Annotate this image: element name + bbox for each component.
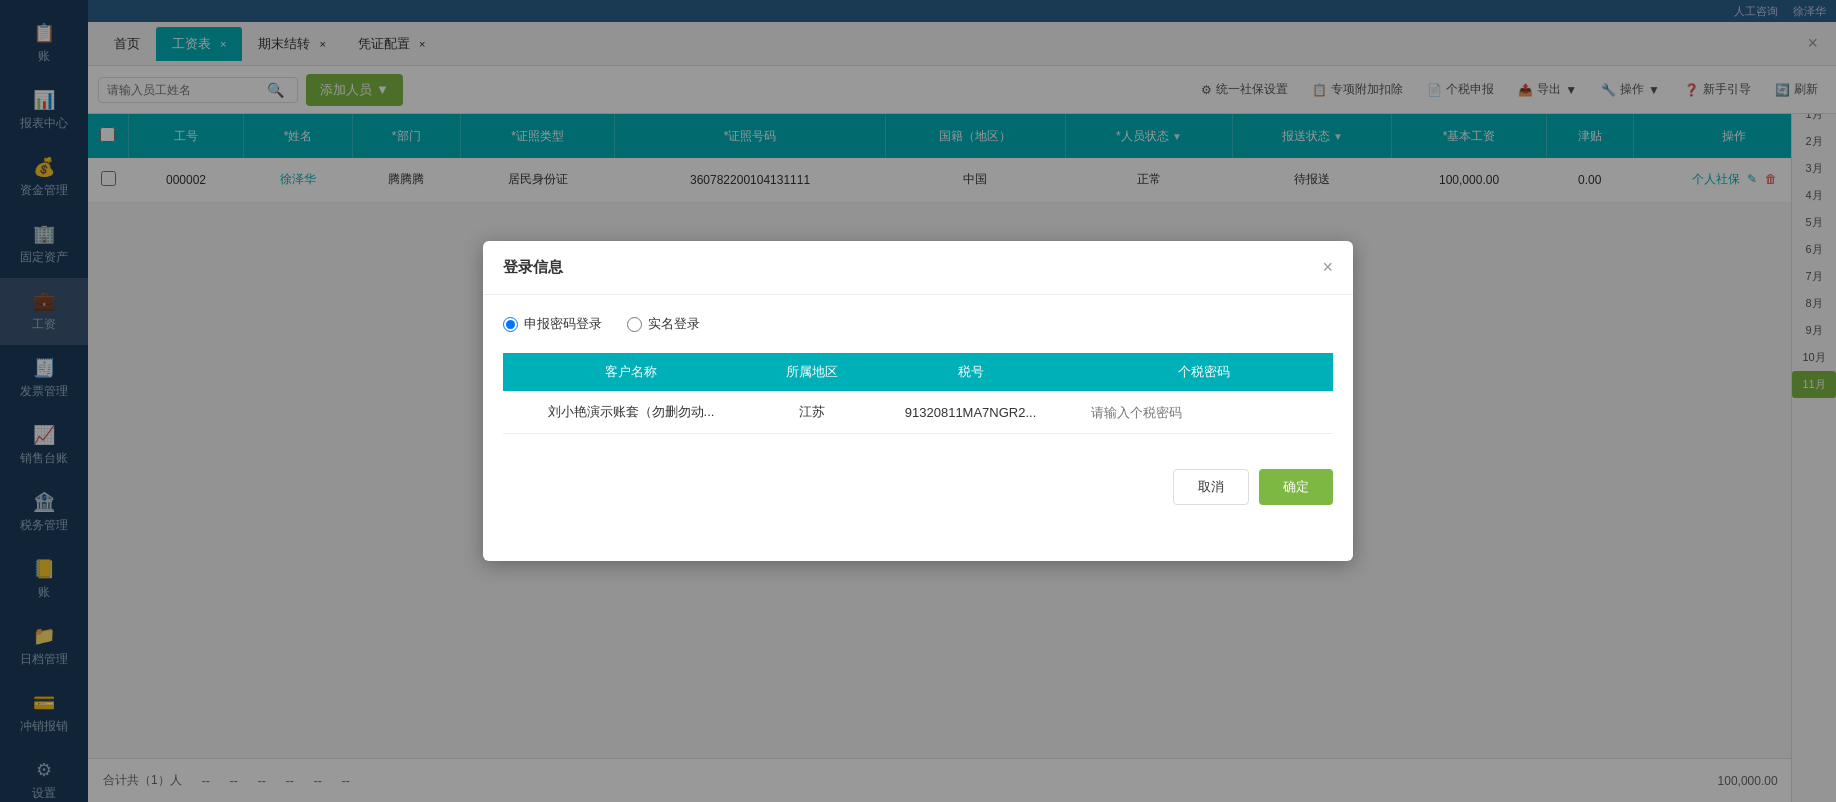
login-info-table: 客户名称 所属地区 税号 个税密码 刘小艳演示账套（勿删勿动... 江苏 913… [503,353,1333,434]
inner-col-taxno: 税号 [866,353,1076,391]
inner-row-password[interactable] [1076,391,1333,434]
tax-password-input[interactable] [1091,405,1318,420]
inner-col-name: 客户名称 [503,353,759,391]
confirm-button[interactable]: 确定 [1259,469,1333,505]
radio-realname-text: 实名登录 [648,315,700,333]
inner-row-name: 刘小艳演示账套（勿删勿动... [503,391,759,434]
inner-col-password: 个税密码 [1076,353,1333,391]
cancel-button[interactable]: 取消 [1173,469,1249,505]
dialog-close-button[interactable]: × [1322,257,1333,278]
radio-password[interactable] [503,317,518,332]
radio-realname-label[interactable]: 实名登录 [627,315,700,333]
dialog-footer: 取消 确定 [483,454,1353,520]
radio-group: 申报密码登录 实名登录 [503,315,1333,333]
inner-col-region: 所属地区 [759,353,866,391]
dialog-body: 申报密码登录 实名登录 客户名称 所属地区 税号 个税密码 [483,295,1353,454]
dialog-overlay: 登录信息 × 申报密码登录 实名登录 客户名称 所属地区 [0,0,1836,802]
radio-password-label[interactable]: 申报密码登录 [503,315,602,333]
inner-table-row: 刘小艳演示账套（勿删勿动... 江苏 91320811MA7NGR2... [503,391,1333,434]
radio-password-text: 申报密码登录 [524,315,602,333]
dialog-header: 登录信息 × [483,241,1353,295]
inner-row-taxno: 91320811MA7NGR2... [866,391,1076,434]
radio-realname[interactable] [627,317,642,332]
inner-row-region: 江苏 [759,391,866,434]
login-dialog: 登录信息 × 申报密码登录 实名登录 客户名称 所属地区 [483,241,1353,561]
dialog-title: 登录信息 [503,258,563,277]
